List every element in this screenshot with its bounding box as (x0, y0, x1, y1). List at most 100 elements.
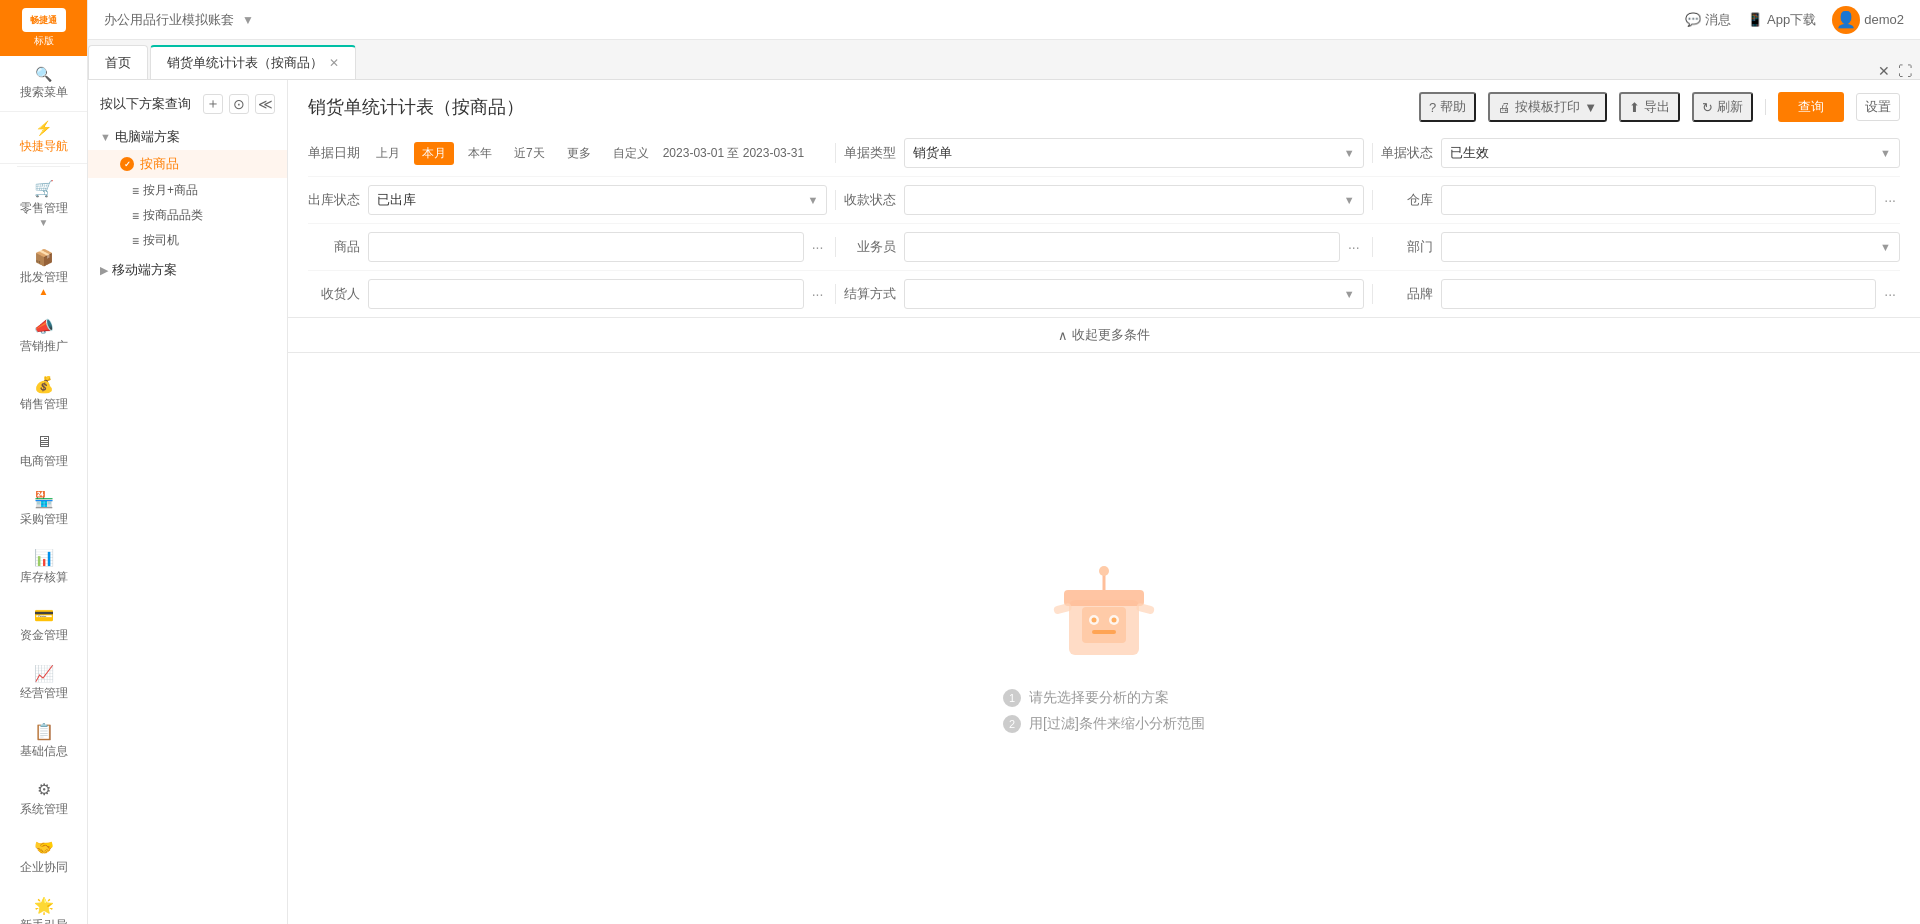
wholesale-expand-icon: ▲ (39, 286, 49, 297)
export-button[interactable]: ⬆ 导出 (1619, 92, 1680, 122)
scheme-item-by-product-label: 按商品 (140, 155, 179, 173)
edit-scheme-button[interactable]: ⊙ (229, 94, 249, 114)
help-label: 帮助 (1440, 98, 1466, 116)
date-tab-more[interactable]: 更多 (559, 142, 599, 165)
sidebar-item-retail[interactable]: 🛒 零售管理 ▼ (0, 169, 87, 238)
salesperson-input[interactable] (904, 232, 1340, 262)
brand-input[interactable] (1441, 279, 1877, 309)
brand-dots[interactable]: ··· (1880, 286, 1900, 302)
scheme-subitem-product-category[interactable]: ≡ 按商品品类 (88, 203, 287, 228)
template-print-button[interactable]: 🖨 按模板打印 ▼ (1488, 92, 1607, 122)
out-status-select[interactable]: 已出库 ▼ (368, 185, 827, 215)
empty-tips: 1 请先选择要分析的方案 2 用[过滤]条件来缩小分析范围 (1003, 689, 1205, 733)
tab-home-label: 首页 (105, 54, 131, 72)
collapse-bar[interactable]: ∧ 收起更多条件 (288, 318, 1920, 353)
product-dots[interactable]: ··· (808, 239, 828, 255)
doc-status-arrow: ▼ (1880, 147, 1891, 159)
sidebar-item-purchase[interactable]: 🏪 采购管理 (0, 480, 87, 538)
action-divider (1765, 99, 1766, 115)
export-label: 导出 (1644, 98, 1670, 116)
query-button[interactable]: 查询 (1778, 92, 1844, 122)
collection-status-select[interactable]: ▼ (904, 185, 1363, 215)
filter-row-3: 商品 ··· 业务员 (308, 224, 1900, 271)
warehouse-dots[interactable]: ··· (1880, 192, 1900, 208)
date-range-display: 2023-03-01 至 2023-03-31 (663, 145, 804, 162)
doc-type-select[interactable]: 销货单 ▼ (904, 138, 1363, 168)
tip-num-2: 2 (1003, 715, 1021, 733)
svg-point-9 (1099, 566, 1109, 576)
sidebar-item-marketing[interactable]: 📣 营销推广 (0, 307, 87, 365)
settlement-select[interactable]: ▼ (904, 279, 1363, 309)
sidebar-search[interactable]: 🔍 搜索菜单 (0, 56, 87, 111)
sidebar-item-operations[interactable]: 📈 经营管理 (0, 654, 87, 712)
minimize-button[interactable]: ✕ (1878, 63, 1890, 79)
collapse-scheme-button[interactable]: ≪ (255, 94, 275, 114)
sidebar-item-sales[interactable]: 💰 销售管理 (0, 365, 87, 423)
svg-point-6 (1112, 617, 1117, 622)
warehouse-input[interactable] (1441, 185, 1877, 215)
filter-brand: 品牌 ··· (1381, 279, 1900, 309)
product-input[interactable] (368, 232, 804, 262)
user-name: demo2 (1864, 12, 1904, 27)
mobile-group-expand[interactable]: ▶ 移动端方案 (88, 257, 287, 283)
doc-type-arrow: ▼ (1344, 147, 1355, 159)
message-button[interactable]: 💬 消息 (1685, 11, 1731, 29)
date-tab-custom[interactable]: 自定义 (605, 142, 657, 165)
department-select[interactable]: ▼ (1441, 232, 1900, 262)
help-button[interactable]: ? 帮助 (1419, 92, 1476, 122)
scheme-panel-icons: ＋ ⊙ ≪ (203, 94, 275, 114)
sidebar-item-finance[interactable]: 💳 资金管理 (0, 596, 87, 654)
main-area: 办公用品行业模拟账套 ▼ 💬 消息 📱 App下载 👤 demo2 首页 (88, 0, 1920, 924)
settings-label: 设置 (1865, 98, 1891, 116)
settings-button[interactable]: 设置 (1856, 93, 1900, 121)
print-arrow: ▼ (1584, 100, 1597, 115)
sidebar-item-ecommerce[interactable]: 🖥 电商管理 (0, 423, 87, 480)
sidebar-quick-nav[interactable]: ⚡ 快捷导航 (0, 111, 87, 164)
row4-sep1 (835, 284, 836, 304)
salesperson-dots[interactable]: ··· (1344, 239, 1364, 255)
scheme-panel: 按以下方案查询 ＋ ⊙ ≪ ▼ 电脑端方案 ✓ 按商品 ≡ 按月 (88, 80, 288, 924)
date-tab-7days[interactable]: 近7天 (506, 142, 553, 165)
page-content: 按以下方案查询 ＋ ⊙ ≪ ▼ 电脑端方案 ✓ 按商品 ≡ 按月 (88, 80, 1920, 924)
filter-form: 单据日期 上月 本月 本年 近7天 更多 自定义 2023-03-01 至 20… (288, 130, 1920, 318)
add-scheme-button[interactable]: ＋ (203, 94, 223, 114)
sidebar-item-newbie[interactable]: 🌟 新手引导 (0, 886, 87, 924)
sidebar-item-basic[interactable]: 📋 基础信息 (0, 712, 87, 770)
sidebar-item-inventory[interactable]: 📊 库存核算 (0, 538, 87, 596)
date-filter-group: 上月 本月 本年 近7天 更多 自定义 2023-03-01 至 2023-03… (368, 142, 804, 165)
filter-warehouse: 仓库 ··· (1381, 185, 1900, 215)
scheme-item-by-product[interactable]: ✓ 按商品 (88, 150, 287, 178)
scheme-panel-title: 按以下方案查询 (100, 95, 191, 113)
scheme-subitem-month-product-label: 按月+商品 (143, 182, 198, 199)
filter-salesperson: 业务员 ··· (844, 232, 1363, 262)
app-download-button[interactable]: 📱 App下载 (1747, 11, 1816, 29)
tab-home[interactable]: 首页 (88, 45, 148, 79)
receiver-input[interactable] (368, 279, 804, 309)
date-tab-thisyear[interactable]: 本年 (460, 142, 500, 165)
user-profile[interactable]: 👤 demo2 (1832, 6, 1904, 34)
sidebar-item-wholesale[interactable]: 📦 批发管理 ▲ (0, 238, 87, 307)
scheme-panel-header: 按以下方案查询 ＋ ⊙ ≪ (88, 88, 287, 120)
retail-icon: 🛒 (34, 179, 54, 198)
sidebar-item-enterprise[interactable]: 🤝 企业协同 (0, 828, 87, 886)
date-tab-lastmonth[interactable]: 上月 (368, 142, 408, 165)
scheme-subitem-driver-label: 按司机 (143, 232, 179, 249)
refresh-button[interactable]: ↻ 刷新 (1692, 92, 1753, 122)
sidebar-item-system[interactable]: ⚙ 系统管理 (0, 770, 87, 828)
retail-expand-icon: ▼ (39, 217, 49, 228)
filter-collection-status: 收款状态 ▼ (844, 185, 1363, 215)
tab-sales-stat[interactable]: 销货单统计计表（按商品） ✕ (150, 45, 356, 79)
maximize-button[interactable]: ⛶ (1898, 63, 1912, 79)
department-arrow: ▼ (1880, 241, 1891, 253)
message-label: 消息 (1705, 11, 1731, 29)
doc-status-select[interactable]: 已生效 ▼ (1441, 138, 1900, 168)
query-label: 查询 (1798, 98, 1824, 116)
scheme-subitem-month-product[interactable]: ≡ 按月+商品 (88, 178, 287, 203)
tab-close-button[interactable]: ✕ (329, 56, 339, 70)
pc-group-expand[interactable]: ▼ 电脑端方案 (88, 124, 287, 150)
newbie-icon: 🌟 (34, 896, 54, 915)
date-tab-thismonth[interactable]: 本月 (414, 142, 454, 165)
filter-doc-type: 单据类型 销货单 ▼ (844, 138, 1363, 168)
receiver-dots[interactable]: ··· (808, 286, 828, 302)
scheme-subitem-driver[interactable]: ≡ 按司机 (88, 228, 287, 253)
